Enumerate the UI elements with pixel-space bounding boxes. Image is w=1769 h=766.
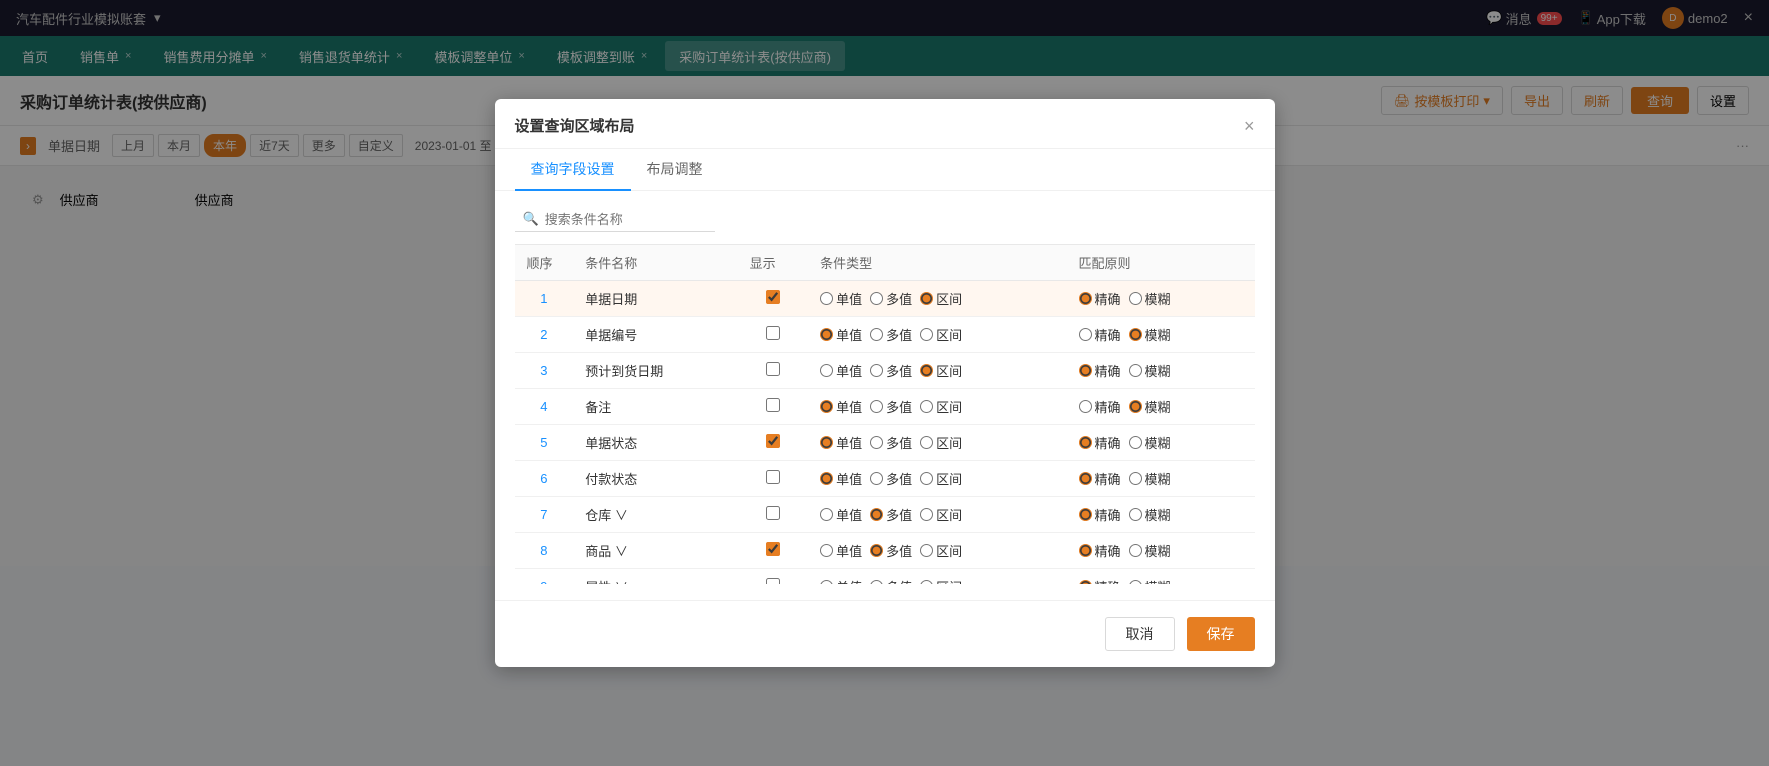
config-table-scroll: 顺序 条件名称 显示 条件类型 匹配原则 1 单据日期 (515, 244, 1255, 584)
modal-footer: 取消 保存 (495, 600, 1275, 667)
table-row: 3 预计到货日期 单值 多值 区间 (515, 353, 1255, 389)
search-icon: 🔍 (523, 211, 539, 227)
row-display[interactable] (738, 281, 808, 317)
modal-tabs: 查询字段设置 布局调整 (495, 149, 1275, 191)
table-row: 6 付款状态 单值 多值 区间 (515, 461, 1255, 497)
condition-search-bar: 🔍 (515, 207, 715, 232)
tab-query-fields[interactable]: 查询字段设置 (515, 149, 631, 191)
row-match: 精确 模糊 (1067, 281, 1255, 317)
cancel-button[interactable]: 取消 (1105, 617, 1175, 651)
row-type: 单值 多值 区间 (808, 281, 1066, 317)
row-name: 单据日期 (573, 281, 737, 317)
table-row: 2 单据编号 单值 多值 区间 (515, 317, 1255, 353)
col-header-type: 条件类型 (808, 245, 1066, 281)
modal-close-btn[interactable]: × (1244, 117, 1255, 135)
table-row: 5 单据状态 单值 多值 区间 (515, 425, 1255, 461)
save-button[interactable]: 保存 (1187, 617, 1255, 651)
row-order: 1 (515, 281, 574, 317)
modal-body: 🔍 顺序 条件名称 显示 条件类型 匹配原则 (495, 191, 1275, 600)
modal-header: 设置查询区域布局 × (495, 99, 1275, 149)
col-header-display: 显示 (738, 245, 808, 281)
col-header-order: 顺序 (515, 245, 574, 281)
table-row: 1 单据日期 单值 多值 区间 (515, 281, 1255, 317)
table-row: 8 商品 ∨ 单值 多值 区间 (515, 533, 1255, 569)
modal-title: 设置查询区域布局 (515, 115, 635, 136)
modal-dialog: 设置查询区域布局 × 查询字段设置 布局调整 🔍 (495, 99, 1275, 667)
col-header-name: 条件名称 (573, 245, 737, 281)
tab-layout[interactable]: 布局调整 (631, 149, 719, 191)
modal-overlay: 设置查询区域布局 × 查询字段设置 布局调整 🔍 (0, 0, 1769, 766)
col-header-match: 匹配原则 (1067, 245, 1255, 281)
table-row: 4 备注 单值 多值 区间 (515, 389, 1255, 425)
search-input[interactable] (545, 212, 705, 227)
config-table: 顺序 条件名称 显示 条件类型 匹配原则 1 单据日期 (515, 244, 1255, 584)
table-row: 9 属性 ∨ 单值 多值 区间 (515, 569, 1255, 585)
table-row: 7 仓库 ∨ 单值 多值 区间 (515, 497, 1255, 533)
